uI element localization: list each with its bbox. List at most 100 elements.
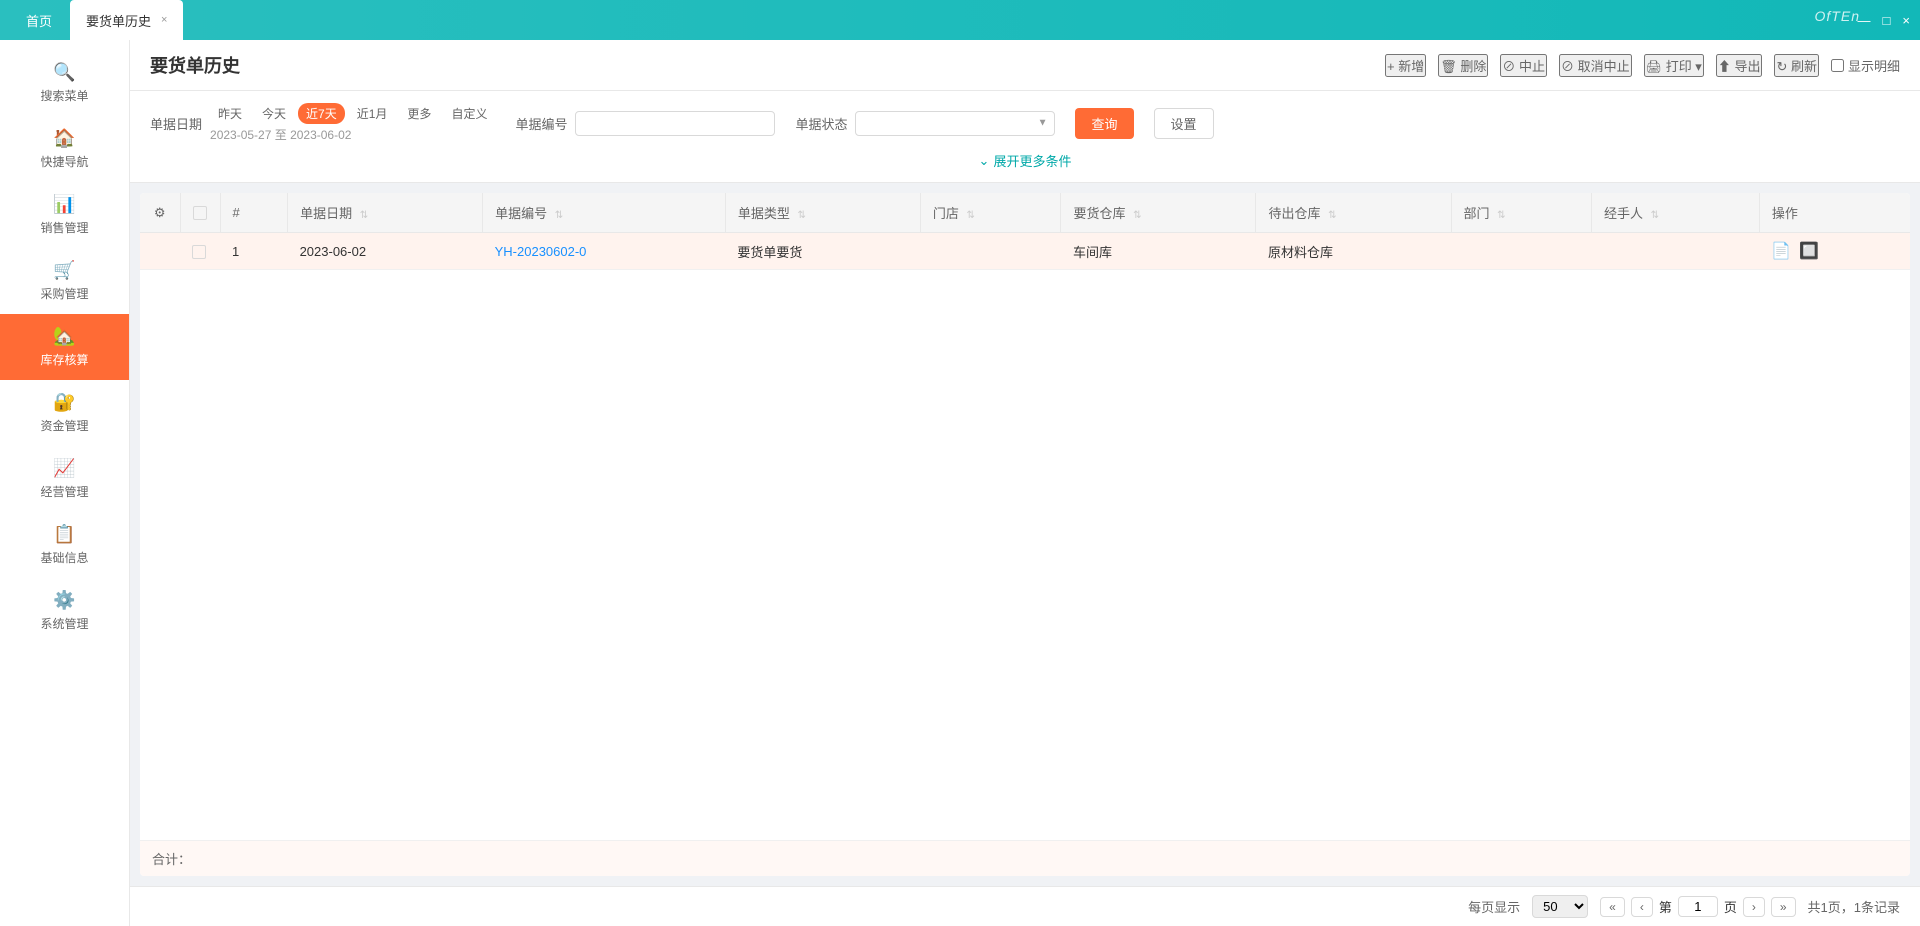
th-handler[interactable]: 经手人 ⇅ [1592,193,1760,233]
search-menu-icon: 🔍 [53,62,75,83]
cancel-stop-button[interactable]: ⊘ 取消中止 [1559,54,1632,77]
main-table: ⚙ # 单据日期 ⇅ 单据编号 [140,193,1910,270]
th-actions: 操作 [1759,193,1910,233]
last-page-btn[interactable]: » [1771,897,1796,917]
page-nav: « ‹ 第 页 › » [1600,896,1795,917]
page-size-label: 每页显示 [1468,897,1520,916]
sidebar-item-quick-nav[interactable]: 🏠 快捷导航 [0,116,129,182]
sidebar-item-inventory-label: 库存核算 [40,351,88,368]
sidebar-item-sales-label: 销售管理 [40,219,88,236]
date-btn-yesterday[interactable]: 昨天 [210,103,250,124]
page-input[interactable] [1678,896,1718,917]
sidebar-item-basic-info[interactable]: 📋 基础信息 [0,512,129,578]
filter-second-row: ⌄ 展开更多条件 [150,151,1900,170]
status-select[interactable] [855,111,1055,136]
status-filter-group: 单据状态 [795,111,1055,136]
th-checkbox[interactable] [180,193,220,233]
date-btn-today[interactable]: 今天 [254,103,294,124]
purchase-icon: 🛒 [53,260,75,281]
th-bill-type[interactable]: 单据类型 ⇅ [725,193,920,233]
show-detail-checkbox[interactable] [1831,59,1844,72]
td-actions: 📄 🔲 [1759,233,1910,270]
row-edit-icon[interactable]: 📄 [1771,241,1791,261]
sort-department-icon: ⇅ [1497,210,1505,221]
th-req-warehouse[interactable]: 要货仓库 ⇅ [1061,193,1256,233]
sidebar-item-system-label: 系统管理 [40,615,88,632]
sort-store-icon: ⇅ [967,210,975,221]
delete-button[interactable]: 🗑 删除 [1438,54,1488,77]
date-range-text: 2023-05-27 至 2023-06-02 [210,126,495,143]
table-row: 1 2023-06-02 YH-20230602-0 要货单要货 车间库 原材料… [140,233,1910,270]
sort-bill-type-icon: ⇅ [798,210,806,221]
setting-button[interactable]: 设置 [1154,108,1214,139]
bill-number-input[interactable] [575,111,775,136]
status-select-wrapper [855,111,1055,136]
pagination-bar: 每页显示 50 100 200 « ‹ 第 页 › » 共1页，1条记录 [130,886,1920,926]
expand-btn[interactable]: ⌄ 展开更多条件 [979,151,1072,170]
maximize-btn[interactable]: □ [1883,13,1891,28]
close-btn[interactable]: × [1902,13,1910,28]
th-pending-warehouse[interactable]: 待出仓库 ⇅ [1256,193,1451,233]
sidebar-item-sales[interactable]: 📊 销售管理 [0,182,129,248]
refresh-button[interactable]: ↻ 刷新 [1774,54,1819,77]
export-button[interactable]: ⬆ 导出 [1716,54,1763,77]
tab-bar: 首页 要货单历史 × [10,0,1858,40]
td-bill-type: 要货单要货 [725,233,920,270]
sidebar-item-finance[interactable]: 🔐 资金管理 [0,380,129,446]
sidebar-item-inventory[interactable]: 🏡 库存核算 [0,314,129,380]
basic-info-icon: 📋 [53,524,75,545]
status-label: 单据状态 [795,114,847,133]
stop-button[interactable]: ⊘ 中止 [1500,54,1547,77]
th-bill-no[interactable]: 单据编号 ⇅ [483,193,726,233]
prev-page-btn[interactable]: ‹ [1631,897,1653,917]
sidebar-item-purchase-label: 采购管理 [40,285,88,302]
td-row-checkbox[interactable] [180,233,220,270]
date-btn-custom[interactable]: 自定义 [443,103,495,124]
td-bill-no[interactable]: YH-20230602-0 [483,233,726,270]
sidebar-item-system[interactable]: ⚙️ 系统管理 [0,578,129,644]
td-req-warehouse: 车间库 [1061,233,1256,270]
top-bar: 首页 要货单历史 × OfTEn — □ × [0,0,1920,40]
th-date[interactable]: 单据日期 ⇅ [288,193,483,233]
footer-total-label: 合计： [152,849,191,868]
query-button[interactable]: 查询 [1075,108,1133,139]
total-info: 共1页，1条记录 [1808,897,1900,916]
sidebar-item-finance-label: 资金管理 [40,417,88,434]
tab-close-icon[interactable]: × [161,14,167,26]
sidebar-item-operations[interactable]: 📈 经营管理 [0,446,129,512]
tab-home[interactable]: 首页 [10,0,68,40]
print-label: 🖨 打印 ▾ [1646,56,1702,75]
th-store[interactable]: 门店 ⇅ [920,193,1061,233]
next-page-btn[interactable]: › [1743,897,1765,917]
tab-purchase-history[interactable]: 要货单历史 × [70,0,183,40]
page-label: 第 [1659,897,1672,916]
date-btn-last7days[interactable]: 近7天 [298,103,345,124]
bill-no-link[interactable]: YH-20230602-0 [495,244,587,259]
first-page-btn[interactable]: « [1600,897,1625,917]
td-num: 1 [220,233,288,270]
row-delete-icon[interactable]: 🔲 [1799,241,1819,261]
td-store [920,233,1061,270]
sort-date-icon: ⇅ [360,210,368,221]
header-checkbox[interactable] [193,206,207,220]
sort-bill-no-icon: ⇅ [555,210,563,221]
expand-icon: ⌄ [979,153,990,169]
page-title: 要货单历史 [150,52,240,78]
new-button[interactable]: + 新增 [1385,54,1426,77]
date-btn-more[interactable]: 更多 [399,103,439,124]
sidebar-item-search-menu[interactable]: 🔍 搜索菜单 [0,50,129,116]
row-checkbox[interactable] [192,245,206,259]
th-department[interactable]: 部门 ⇅ [1451,193,1592,233]
date-btn-last1month[interactable]: 近1月 [349,103,396,124]
th-settings[interactable]: ⚙ [140,193,180,233]
show-detail-checkbox-label[interactable]: 显示明细 [1831,56,1900,75]
sidebar-item-purchase[interactable]: 🛒 采购管理 [0,248,129,314]
system-icon: ⚙️ [53,590,75,611]
print-button[interactable]: 🖨 打印 ▾ [1644,54,1704,77]
export-label: ⬆ 导出 [1718,56,1761,75]
page-size-select[interactable]: 50 100 200 [1532,895,1588,918]
table-area: ⚙ # 单据日期 ⇅ 单据编号 [140,193,1910,876]
show-detail-label: 显示明细 [1848,56,1900,75]
cancel-stop-label: ⊘ 取消中止 [1561,56,1630,75]
window-controls: — □ × [1858,13,1910,28]
